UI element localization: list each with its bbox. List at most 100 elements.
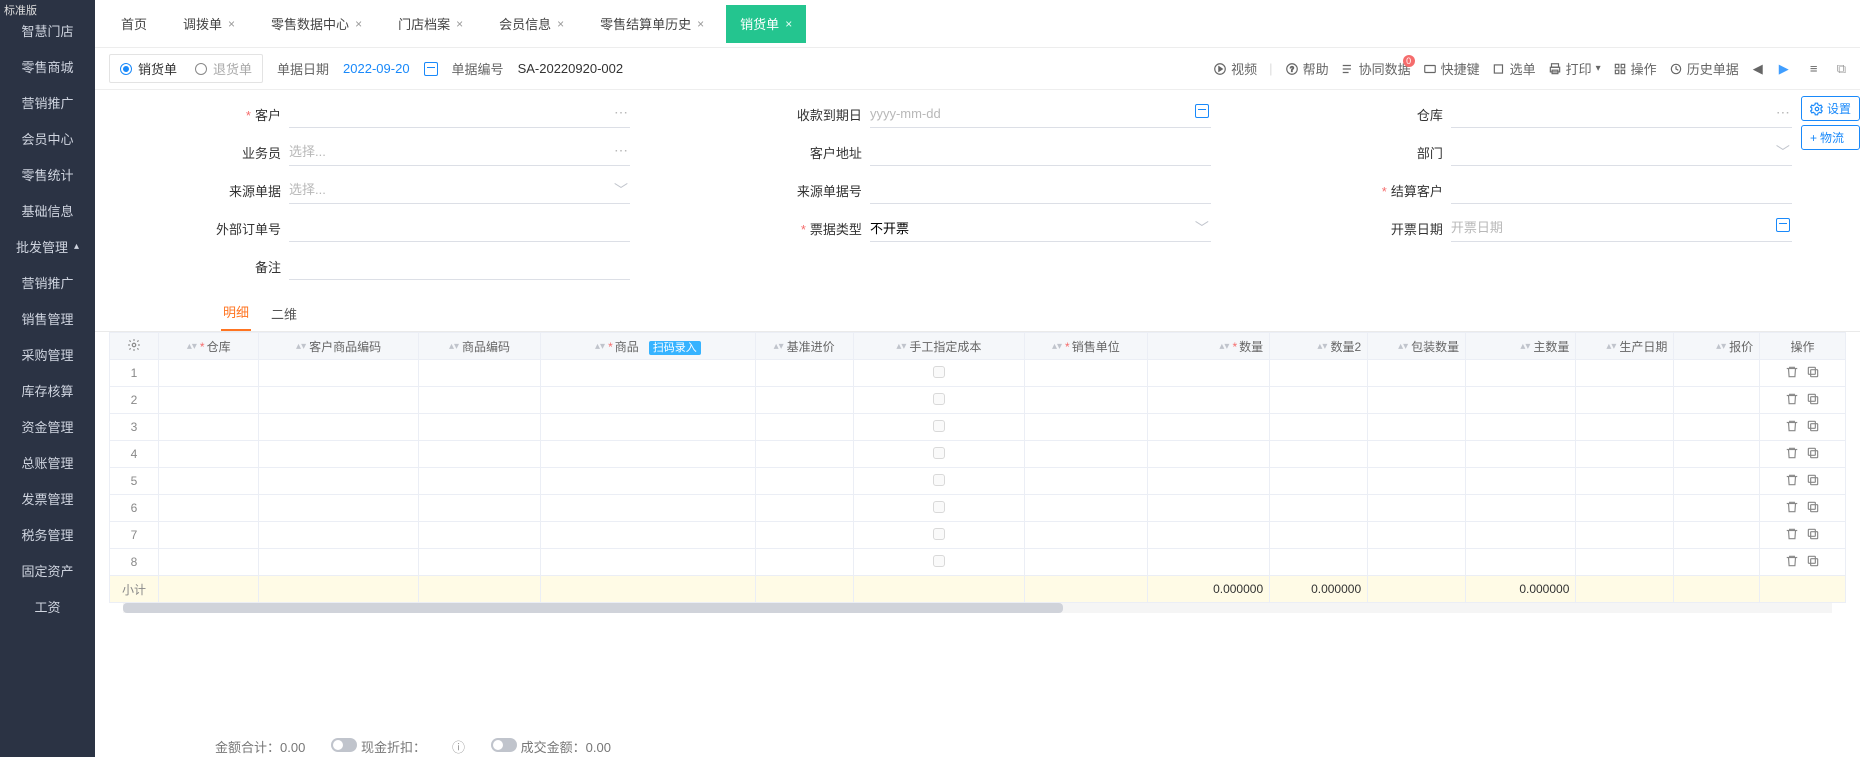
th-base-price[interactable]: 基准进价: [787, 340, 835, 354]
collab-button[interactable]: 协同数据0: [1341, 59, 1411, 78]
more-icon[interactable]: ⋯: [614, 142, 628, 159]
sidebar-item-funds[interactable]: 资金管理: [0, 408, 95, 444]
addr-input[interactable]: [870, 138, 1211, 166]
ext-order-input[interactable]: [289, 214, 630, 242]
remark-input[interactable]: [289, 252, 630, 280]
discount-switch[interactable]: [331, 738, 357, 752]
radio-return-icon[interactable]: [195, 63, 207, 75]
table-row[interactable]: 8: [110, 549, 1846, 576]
sidebar-item-ledger[interactable]: 总账管理: [0, 444, 95, 480]
sidebar-item-tax[interactable]: 税务管理: [0, 516, 95, 552]
close-icon[interactable]: ×: [228, 17, 235, 31]
settle-customer-input[interactable]: [1451, 176, 1792, 204]
chevron-down-icon[interactable]: ﹀: [614, 180, 628, 200]
th-proddate[interactable]: 生产日期: [1619, 340, 1667, 354]
tab-transfer[interactable]: 调拨单×: [169, 5, 249, 43]
sidebar-item-marketing2[interactable]: 营销推广: [0, 264, 95, 300]
th-quote[interactable]: 报价: [1729, 340, 1753, 354]
checkbox[interactable]: [933, 366, 945, 378]
sidebar-item-invoice[interactable]: 发票管理: [0, 480, 95, 516]
detail-tab-2d[interactable]: 二维: [269, 296, 299, 331]
sidebar-item-asset[interactable]: 固定资产: [0, 552, 95, 588]
scrollbar-thumb[interactable]: [123, 603, 1063, 613]
table-row[interactable]: 7: [110, 522, 1846, 549]
invoice-date-input[interactable]: [1451, 214, 1792, 242]
deal-switch[interactable]: [491, 738, 517, 752]
warehouse-input[interactable]: ⋯: [1451, 100, 1792, 128]
sidebar-toggle-icon[interactable]: ⧉: [1837, 61, 1846, 77]
salesman-input[interactable]: ⋯: [289, 138, 630, 166]
delete-icon[interactable]: [1785, 500, 1799, 514]
doc-date-value[interactable]: 2022-09-20: [343, 61, 410, 76]
table-row[interactable]: 4: [110, 441, 1846, 468]
sidebar-item-purchase[interactable]: 采购管理: [0, 336, 95, 372]
copy-icon[interactable]: [1806, 554, 1820, 568]
delete-icon[interactable]: [1785, 392, 1799, 406]
copy-icon[interactable]: [1806, 446, 1820, 460]
checkbox[interactable]: [933, 555, 945, 567]
delete-icon[interactable]: [1785, 365, 1799, 379]
tab-member[interactable]: 会员信息×: [485, 5, 578, 43]
sidebar-item-sales[interactable]: 销售管理: [0, 300, 95, 336]
select-button[interactable]: 选单: [1492, 59, 1536, 78]
sidebar-item-wholesale[interactable]: 批发管理: [0, 228, 95, 264]
th-packqty[interactable]: 包装数量: [1411, 340, 1459, 354]
detail-tab-mx[interactable]: 明细: [221, 294, 251, 331]
customer-input[interactable]: ⋯: [289, 100, 630, 128]
sidebar-item-retail-mall[interactable]: 零售商城: [0, 48, 95, 84]
close-icon[interactable]: ×: [785, 17, 792, 31]
checkbox[interactable]: [933, 393, 945, 405]
delete-icon[interactable]: [1785, 527, 1799, 541]
sidebar-item-basic[interactable]: 基础信息: [0, 192, 95, 228]
table-row[interactable]: 5: [110, 468, 1846, 495]
setting-button[interactable]: 设置: [1801, 96, 1860, 121]
shortcut-button[interactable]: 快捷键: [1423, 59, 1480, 78]
sidebar-item-inventory[interactable]: 库存核算: [0, 372, 95, 408]
checkbox[interactable]: [933, 501, 945, 513]
ticket-type-input[interactable]: ﹀: [870, 214, 1211, 242]
due-input[interactable]: [870, 100, 1211, 128]
calendar-icon[interactable]: [424, 62, 438, 76]
th-qty[interactable]: 数量: [1232, 340, 1263, 354]
copy-icon[interactable]: [1806, 500, 1820, 514]
history-button[interactable]: 历史单据: [1669, 59, 1739, 78]
delete-icon[interactable]: [1785, 554, 1799, 568]
tab-retail-data[interactable]: 零售数据中心×: [257, 5, 376, 43]
delete-icon[interactable]: [1785, 446, 1799, 460]
checkbox[interactable]: [933, 447, 945, 459]
more-icon[interactable]: ⋯: [1776, 104, 1790, 121]
checkbox[interactable]: [933, 474, 945, 486]
close-icon[interactable]: ×: [557, 17, 564, 31]
th-qty2[interactable]: 数量2: [1330, 340, 1361, 354]
close-icon[interactable]: ×: [456, 17, 463, 31]
th-warehouse[interactable]: 仓库: [200, 340, 231, 354]
tab-store-file[interactable]: 门店档案×: [384, 5, 477, 43]
copy-icon[interactable]: [1806, 365, 1820, 379]
print-button[interactable]: 打印▾: [1548, 59, 1601, 78]
horizontal-scrollbar[interactable]: [123, 603, 1832, 613]
tab-settle-hist[interactable]: 零售结算单历史×: [586, 5, 718, 43]
copy-icon[interactable]: [1806, 392, 1820, 406]
th-manual-cost[interactable]: 手工指定成本: [909, 340, 981, 354]
tab-sales-order[interactable]: 销货单×: [726, 5, 806, 43]
close-icon[interactable]: ×: [697, 17, 704, 31]
checkbox[interactable]: [933, 528, 945, 540]
th-sku[interactable]: 商品编码: [462, 340, 510, 354]
gear-col[interactable]: [110, 333, 159, 360]
video-button[interactable]: 视频: [1213, 59, 1257, 78]
calendar-icon[interactable]: [1195, 104, 1209, 118]
close-icon[interactable]: ×: [355, 17, 362, 31]
logistics-button[interactable]: + 物流: [1801, 125, 1860, 150]
th-mainqty[interactable]: 主数量: [1533, 340, 1569, 354]
table-row[interactable]: 2: [110, 387, 1846, 414]
layout-icon[interactable]: ≡: [1803, 58, 1825, 80]
sidebar-item-retail-stats[interactable]: 零售统计: [0, 156, 95, 192]
scan-badge[interactable]: 扫码录入: [649, 341, 701, 355]
table-row[interactable]: 6: [110, 495, 1846, 522]
more-icon[interactable]: ⋯: [614, 104, 628, 121]
delete-icon[interactable]: [1785, 473, 1799, 487]
source-no-input[interactable]: [870, 176, 1211, 204]
chevron-down-icon[interactable]: ﹀: [1776, 142, 1790, 162]
help-button[interactable]: ?帮助: [1285, 59, 1329, 78]
sidebar-item-member[interactable]: 会员中心: [0, 120, 95, 156]
